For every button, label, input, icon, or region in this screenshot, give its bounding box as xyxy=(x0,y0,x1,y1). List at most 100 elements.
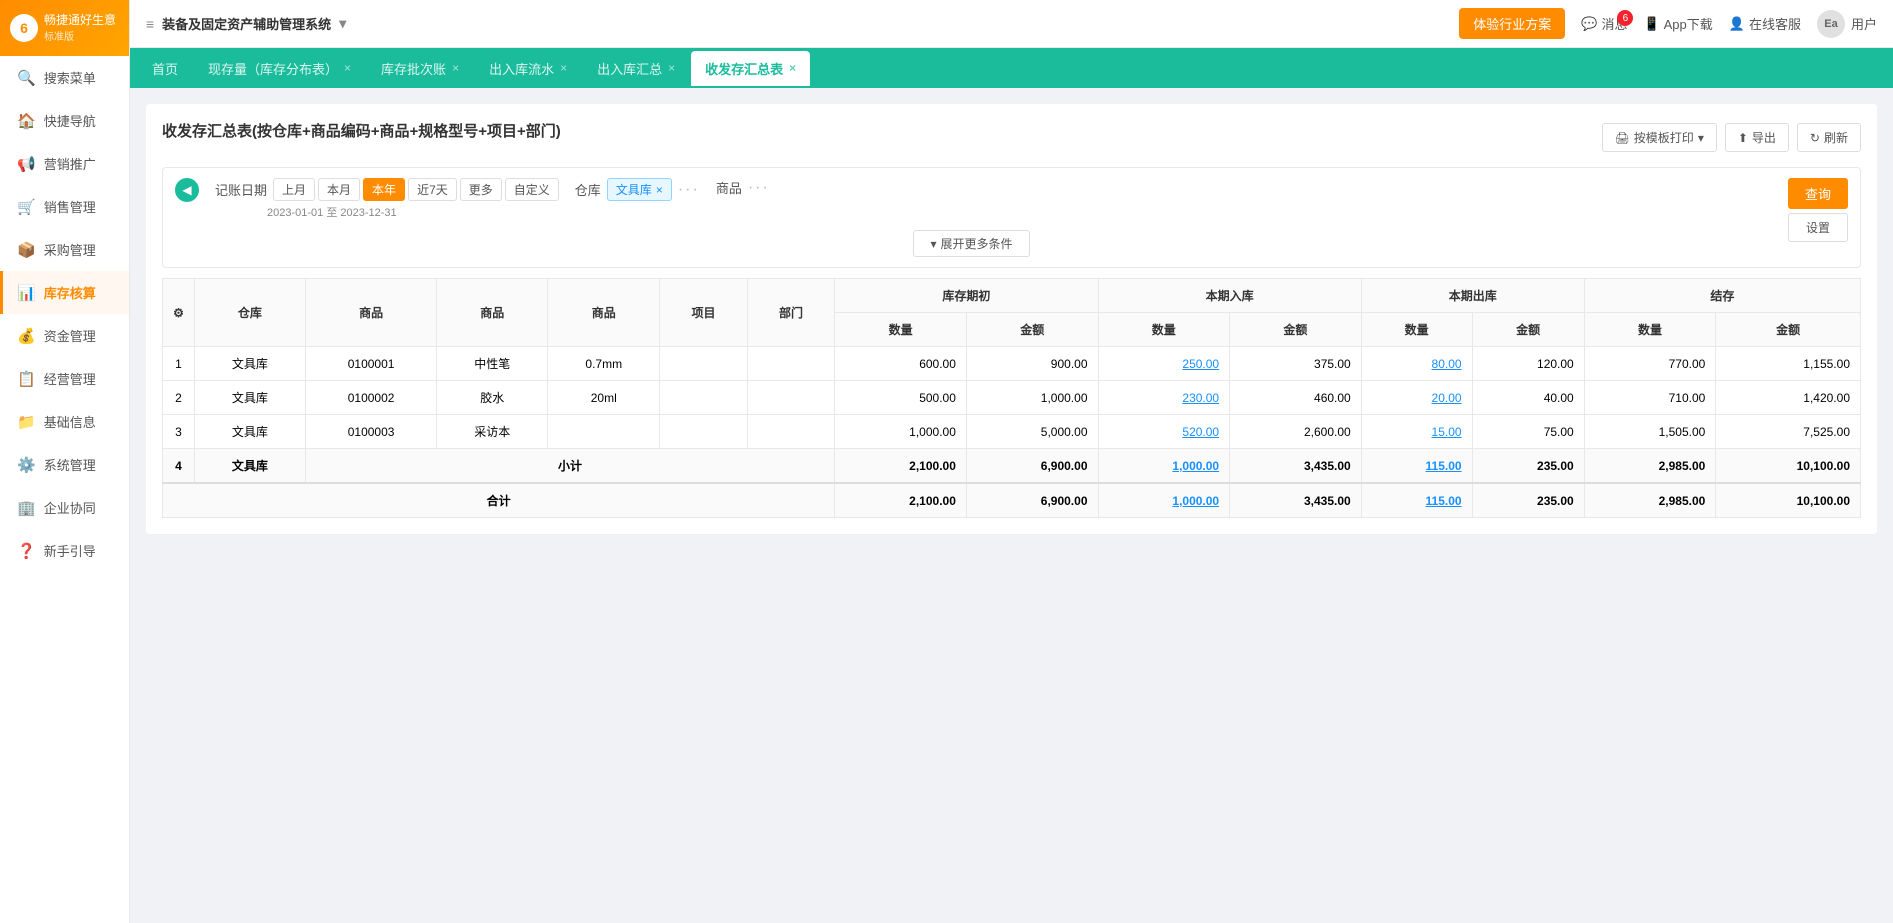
subtotal-open-amt: 6,900.00 xyxy=(966,449,1098,484)
subtotal-out-qty[interactable]: 115.00 xyxy=(1361,449,1472,484)
row-out-qty-0[interactable]: 80.00 xyxy=(1361,347,1472,381)
warehouse-filter: 仓库 文具库 × ··· xyxy=(575,178,700,201)
sidebar-label-marketing: 营销推广 xyxy=(44,154,96,173)
topbar: ≡ 装备及固定资产辅助管理系统 ▾ 体验行业方案 💬 消息 6 📱 App下载 … xyxy=(130,0,1893,48)
row-bal-amt-1: 1,420.00 xyxy=(1716,381,1861,415)
experience-button[interactable]: 体验行业方案 xyxy=(1459,8,1565,39)
app-download-label: App下载 xyxy=(1664,14,1713,33)
subtotal-label: 小计 xyxy=(305,449,834,484)
print-dropdown-icon: ▾ xyxy=(1698,131,1704,145)
user-avatar: Ea xyxy=(1817,10,1845,38)
tab-close-3[interactable]: × xyxy=(560,61,567,75)
message-icon: 💬 xyxy=(1581,16,1597,32)
row-in-amt-1: 460.00 xyxy=(1230,381,1362,415)
goods-more-button[interactable]: ··· xyxy=(748,179,770,197)
quick-icon: 🏠 xyxy=(17,112,36,130)
data-table: ⚙ 仓库 商品 商品 商品 项目 部门 库存期初 本期入库 本期出库 结存 xyxy=(162,278,1861,518)
tab-close-4[interactable]: × xyxy=(668,61,675,75)
sidebar-item-corp[interactable]: 🏢企业协同 xyxy=(0,486,129,529)
basic-icon: 📁 xyxy=(17,413,36,431)
subtotal-open-qty: 2,100.00 xyxy=(835,449,967,484)
tab-label-4: 出入库汇总 xyxy=(597,59,662,78)
row-out-amt-2: 75.00 xyxy=(1472,415,1584,449)
tab-1[interactable]: 现存量（库存分布表）× xyxy=(194,51,365,86)
query-button[interactable]: 查询 xyxy=(1788,178,1848,209)
row-out-qty-1[interactable]: 20.00 xyxy=(1361,381,1472,415)
row-warehouse-0: 文具库 xyxy=(195,347,306,381)
subtotal-bal-qty: 2,985.00 xyxy=(1584,449,1716,484)
tab-close-2[interactable]: × xyxy=(452,61,459,75)
date-btn-近7天[interactable]: 近7天 xyxy=(408,178,457,201)
sidebar-item-search[interactable]: 🔍搜索菜单 xyxy=(0,56,129,99)
sidebar-item-finance[interactable]: 💰资金管理 xyxy=(0,314,129,357)
row-spec-0: 0.7mm xyxy=(548,347,660,381)
sidebar-item-guide[interactable]: ❓新手引导 xyxy=(0,529,129,572)
refresh-button[interactable]: ↻ 刷新 xyxy=(1797,123,1861,152)
row-code-2: 0100003 xyxy=(305,415,437,449)
total-out-qty[interactable]: 115.00 xyxy=(1361,483,1472,518)
tab-label-0: 首页 xyxy=(152,59,178,78)
row-in-qty-1[interactable]: 230.00 xyxy=(1098,381,1230,415)
print-button[interactable]: 🖨 按模板打印 ▾ xyxy=(1602,123,1717,152)
row-in-qty-0[interactable]: 250.00 xyxy=(1098,347,1230,381)
row-code-1: 0100002 xyxy=(305,381,437,415)
row-in-qty-2[interactable]: 520.00 xyxy=(1098,415,1230,449)
filter-toggle-button[interactable]: ◀ xyxy=(175,178,199,202)
tab-0[interactable]: 首页 xyxy=(138,51,192,86)
bal-amt-header: 金额 xyxy=(1716,313,1861,347)
sidebar-item-marketing[interactable]: 📢营销推广 xyxy=(0,142,129,185)
tab-5[interactable]: 收发存汇总表× xyxy=(691,51,810,86)
title-actions: 🖨 按模板打印 ▾ ⬆ 导出 ↻ 刷新 xyxy=(1602,123,1861,152)
tab-3[interactable]: 出入库流水× xyxy=(475,51,581,86)
system-dropdown-icon[interactable]: ▾ xyxy=(339,15,346,32)
topbar-actions: 💬 消息 6 📱 App下载 👤 在线客服 Ea 用户 xyxy=(1581,10,1877,38)
goods-label: 商品 xyxy=(716,178,742,197)
date-btn-自定义[interactable]: 自定义 xyxy=(505,178,559,201)
subtotal-in-amt: 3,435.00 xyxy=(1230,449,1362,484)
date-btn-更多[interactable]: 更多 xyxy=(460,178,502,201)
sidebar-item-system[interactable]: ⚙️系统管理 xyxy=(0,443,129,486)
row-out-qty-2[interactable]: 15.00 xyxy=(1361,415,1472,449)
app-badge: 标准版 xyxy=(44,28,116,43)
system-icon: ⚙️ xyxy=(17,456,36,474)
sidebar-item-sales[interactable]: 🛒销售管理 xyxy=(0,185,129,228)
online-service-label: 在线客服 xyxy=(1749,14,1801,33)
tab-close-5[interactable]: × xyxy=(789,61,796,75)
row-dept-1 xyxy=(747,381,834,415)
row-name-2: 采访本 xyxy=(437,415,548,449)
filter-row: ◀ 记账日期 上月本月本年近7天更多自定义 2023-01-01 至 2023-… xyxy=(175,178,1848,220)
row-out-amt-0: 120.00 xyxy=(1472,347,1584,381)
inventory-icon: 📊 xyxy=(17,284,36,302)
tab-4[interactable]: 出入库汇总 × xyxy=(583,51,689,86)
sidebar-item-inventory[interactable]: 📊库存核算 xyxy=(0,271,129,314)
warehouse-more-button[interactable]: ··· xyxy=(678,181,700,199)
date-btn-上月[interactable]: 上月 xyxy=(273,178,315,201)
online-service-btn[interactable]: 👤 在线客服 xyxy=(1729,14,1801,33)
sidebar-item-purchase[interactable]: 📦采购管理 xyxy=(0,228,129,271)
row-warehouse-1: 文具库 xyxy=(195,381,306,415)
subtotal-bal-amt: 10,100.00 xyxy=(1716,449,1861,484)
subtotal-in-qty[interactable]: 1,000.00 xyxy=(1098,449,1230,484)
sidebar: 6 畅捷通好生意 标准版 🔍搜索菜单🏠快捷导航📢营销推广🛒销售管理📦采购管理📊库… xyxy=(0,0,130,923)
tab-2[interactable]: 库存批次账× xyxy=(367,51,473,86)
message-badge[interactable]: 💬 消息 6 xyxy=(1581,14,1627,33)
user-area[interactable]: Ea 用户 xyxy=(1817,10,1877,38)
total-in-qty[interactable]: 1,000.00 xyxy=(1098,483,1230,518)
sidebar-logo: 6 畅捷通好生意 标准版 xyxy=(0,0,129,56)
row-dept-2 xyxy=(747,415,834,449)
sidebar-item-basic[interactable]: 📁基础信息 xyxy=(0,400,129,443)
date-btn-本月[interactable]: 本月 xyxy=(318,178,360,201)
settings-col-header: ⚙ xyxy=(163,279,195,347)
row-open-amt-2: 5,000.00 xyxy=(966,415,1098,449)
export-button[interactable]: ⬆ 导出 xyxy=(1725,123,1789,152)
table-row: 2 文具库 0100002 胶水 20ml 500.00 1,000.00 23… xyxy=(163,381,1861,415)
settings-button[interactable]: 设置 xyxy=(1788,213,1848,242)
row-bal-qty-0: 770.00 xyxy=(1584,347,1716,381)
warehouse-remove-icon[interactable]: × xyxy=(656,183,663,197)
tab-close-1[interactable]: × xyxy=(344,61,351,75)
sidebar-item-operation[interactable]: 📋经营管理 xyxy=(0,357,129,400)
sidebar-item-quick[interactable]: 🏠快捷导航 xyxy=(0,99,129,142)
expand-button[interactable]: ▾ 展开更多条件 xyxy=(913,230,1029,257)
date-btn-本年[interactable]: 本年 xyxy=(363,178,405,201)
app-download-btn[interactable]: 📱 App下载 xyxy=(1643,14,1712,33)
